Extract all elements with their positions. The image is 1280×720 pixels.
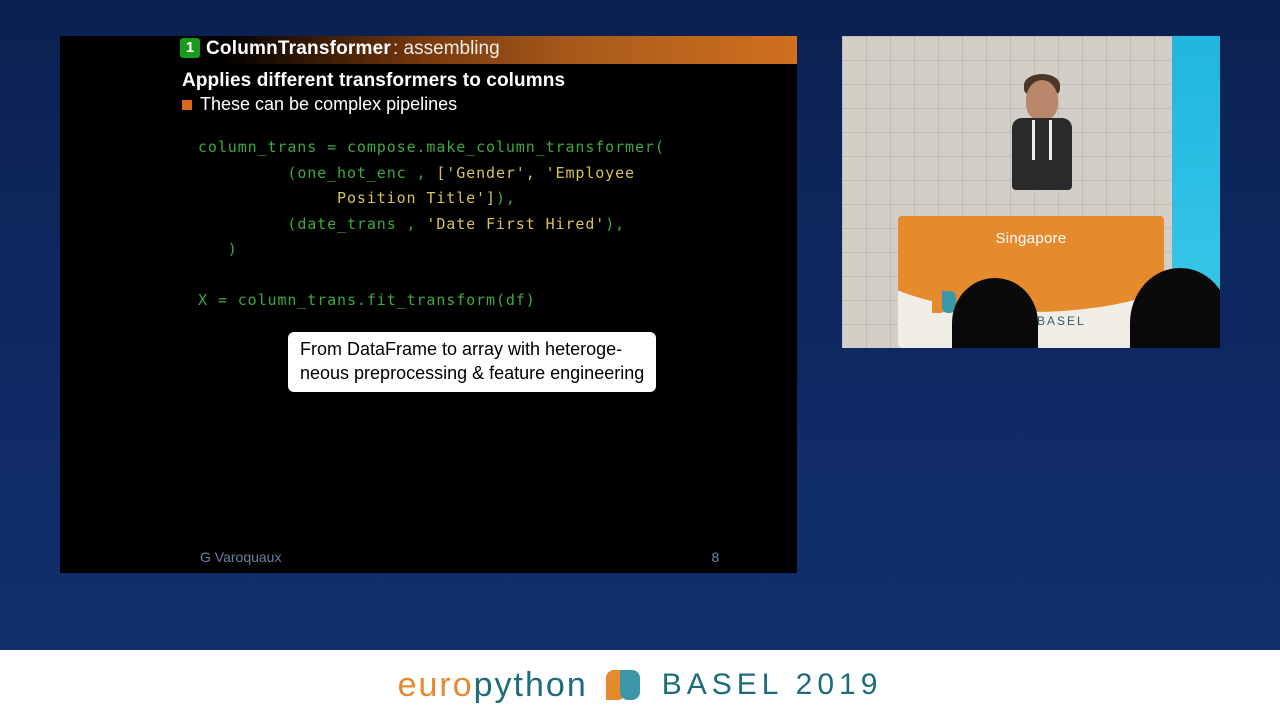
brand-euro: europython bbox=[398, 666, 588, 705]
brand-bar: europython BASEL 2019 bbox=[0, 650, 1280, 720]
presentation-slide: 1 ColumnTransformer : assembling Applies… bbox=[60, 36, 797, 573]
code-l2b: ['Gender', 'Employee bbox=[436, 164, 635, 182]
slide-footer: G Varoquaux 8 bbox=[60, 549, 797, 565]
bullet-text: These can be complex pipelines bbox=[200, 94, 457, 115]
slide-author: G Varoquaux bbox=[200, 549, 281, 565]
code-l3c: ), bbox=[496, 189, 516, 207]
slide-subtitle: Applies different transformers to column… bbox=[88, 70, 769, 92]
callout-line2: neous preprocessing & feature engineerin… bbox=[300, 361, 644, 385]
slide-body: Applies different transformers to column… bbox=[60, 64, 797, 392]
speaker-video-pip: Singapore python BASEL bbox=[842, 36, 1220, 348]
code-l1b: = bbox=[327, 138, 347, 156]
code-l4a: (date_trans , bbox=[287, 215, 426, 233]
slide-bullet: These can be complex pipelines bbox=[88, 94, 769, 115]
slide-title-main: ColumnTransformer bbox=[206, 38, 391, 60]
code-l6b: = bbox=[218, 291, 238, 309]
code-l1a: column_trans bbox=[198, 138, 327, 156]
slide-title-suffix: : assembling bbox=[393, 38, 500, 60]
code-l4b: 'Date First Hired' bbox=[426, 215, 605, 233]
code-block: column_trans = compose.make_column_trans… bbox=[88, 115, 769, 314]
code-l6c: column_trans.fit_transform(df) bbox=[238, 291, 536, 309]
callout-line1: From DataFrame to array with heteroge- bbox=[300, 337, 644, 361]
speaker-figure bbox=[1006, 80, 1078, 190]
slide-title-bar: 1 ColumnTransformer : assembling bbox=[60, 36, 797, 64]
slide-callout: From DataFrame to array with heteroge- n… bbox=[288, 332, 656, 393]
code-l4c: ), bbox=[605, 215, 625, 233]
slide-page-number: 8 bbox=[711, 549, 719, 565]
code-l2a: (one_hot_enc , bbox=[287, 164, 436, 182]
podium-label: Singapore bbox=[898, 216, 1164, 262]
code-l6a: X bbox=[198, 291, 218, 309]
podium-logo-sub: BASEL bbox=[1037, 314, 1086, 328]
code-l3b: Position Title'] bbox=[337, 189, 496, 207]
code-l1c: compose.make_column_transformer( bbox=[347, 138, 665, 156]
code-l5: ) bbox=[228, 240, 238, 258]
section-number-badge: 1 bbox=[180, 38, 200, 58]
python-logo-icon bbox=[606, 670, 644, 700]
brand-location: BASEL 2019 bbox=[662, 668, 883, 702]
